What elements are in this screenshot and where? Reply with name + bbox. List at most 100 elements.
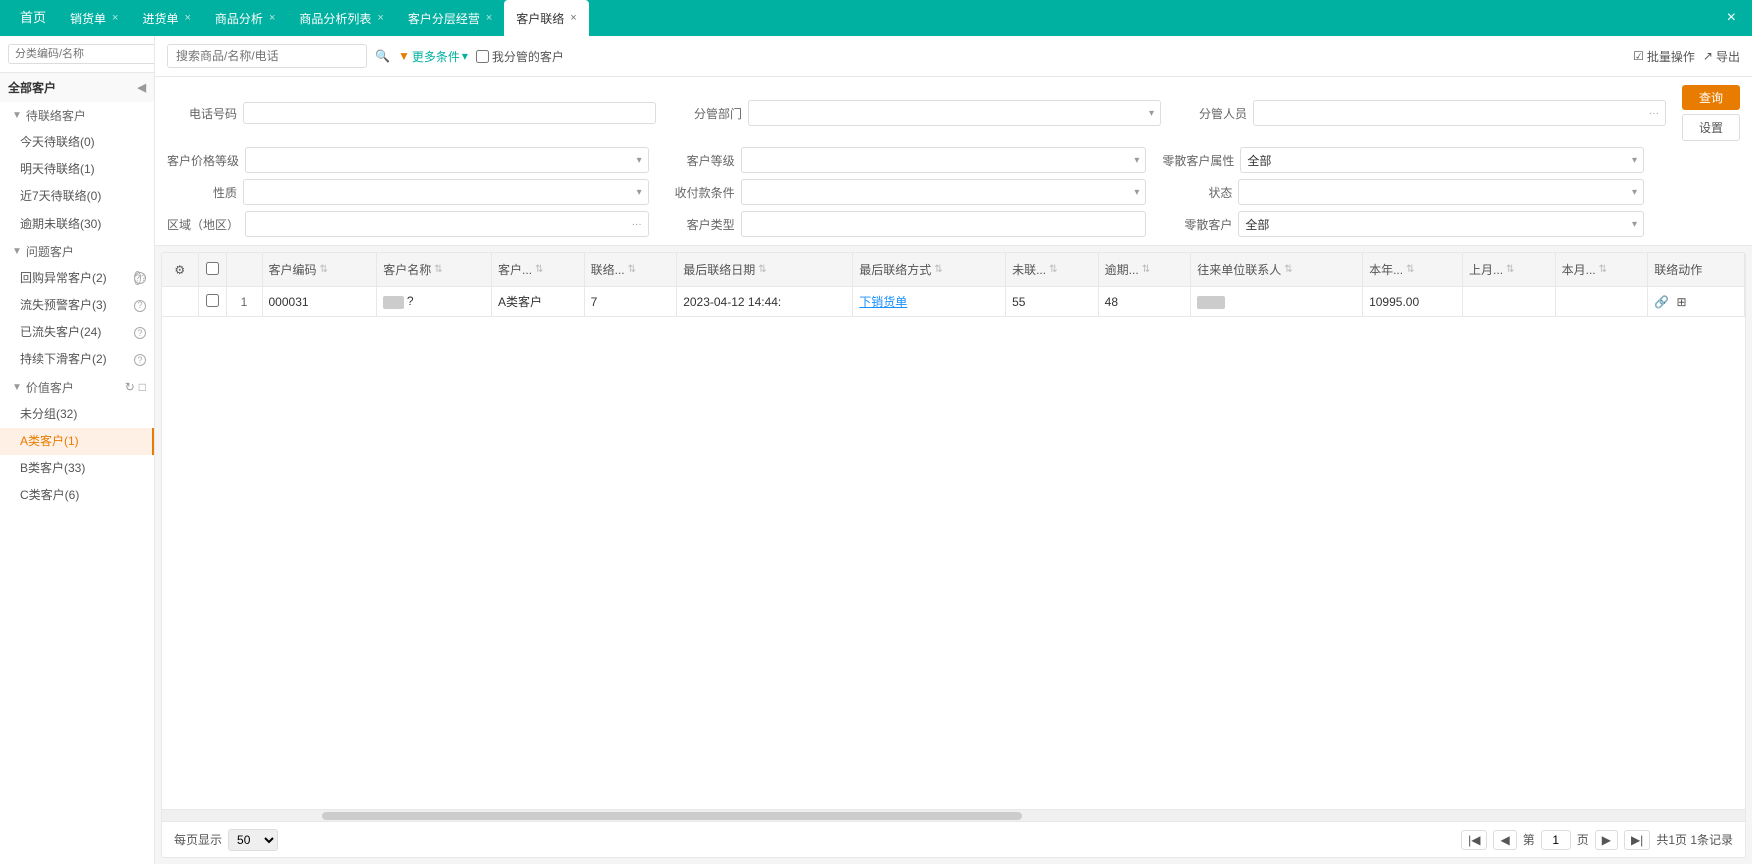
export-button[interactable]: ↗ 导出 [1703, 48, 1740, 65]
phone-input[interactable] [243, 102, 656, 124]
sidebar-item-churn-warning[interactable]: 流失预警客户(3) ? [0, 292, 154, 319]
top-nav: 首页 销货单 × 进货单 × 商品分析 × 商品分析列表 × 客户分层经营 × … [0, 0, 1752, 36]
nav-tab-purchase[interactable]: 进货单 × [130, 0, 202, 36]
col-action: 联络动作 [1648, 253, 1745, 287]
pagination: 每页显示 50 20 100 |◀ ◀ 第 页 ▶ ▶| 共1页 1条记录 [162, 821, 1745, 857]
page-size-select[interactable]: 50 20 100 [228, 829, 278, 851]
col-code[interactable]: 客户编码 ⇅ [262, 253, 377, 287]
sidebar-group-problem[interactable]: ▼ 问题客户 [0, 238, 154, 265]
row-name-suffix: ? [407, 294, 414, 308]
sidebar-group-value[interactable]: ▼ 价值客户 ↻ □ [0, 374, 154, 401]
retail-attr-arrow: ▾ [1632, 155, 1637, 166]
prev-page-button[interactable]: ◀ [1493, 830, 1516, 850]
col-last-date[interactable]: 最后联络日期 ⇅ [677, 253, 853, 287]
page-number-input[interactable] [1541, 830, 1571, 850]
dept-label: 分管部门 [672, 105, 742, 122]
col-not-contacted[interactable]: 未联... ⇅ [1006, 253, 1099, 287]
table-wrapper[interactable]: ⚙ 客户编码 ⇅ [162, 253, 1745, 809]
person-select[interactable]: ··· [1253, 100, 1666, 126]
sidebar-group-pending[interactable]: ▼ 待联络客户 [0, 102, 154, 129]
last-page-button[interactable]: ▶| [1624, 830, 1650, 850]
status-select[interactable]: ▾ [1238, 179, 1644, 205]
nav-home[interactable]: 首页 [8, 0, 58, 36]
close-purchase-tab[interactable]: × [184, 12, 190, 24]
sidebar-search-input[interactable] [8, 44, 155, 64]
sidebar-all-customers[interactable]: 全部客户 ◀ [0, 73, 154, 102]
row-contact-count: 7 [584, 287, 677, 317]
nature-select[interactable]: ▾ [243, 179, 649, 205]
sidebar-item-tomorrow[interactable]: 明天待联络(1) [0, 156, 154, 183]
col-name[interactable]: 客户名称 ⇅ [377, 253, 492, 287]
sidebar-item-a-class[interactable]: A类客户(1) [0, 428, 154, 455]
filter-search-icon[interactable]: 🔍 [375, 49, 390, 63]
col-last-month[interactable]: 上月... ⇅ [1463, 253, 1556, 287]
sidebar-item-today[interactable]: 今天待联络(0) [0, 129, 154, 156]
row-select-checkbox[interactable] [206, 294, 219, 307]
sidebar-item-overdue[interactable]: 逾期未联络(30) [0, 211, 154, 238]
sidebar-item-c-class[interactable]: C类客户(6) [0, 482, 154, 509]
col-category[interactable]: 客户... ⇅ [492, 253, 585, 287]
filter-search-input[interactable] [167, 44, 367, 68]
col-this-month[interactable]: 本月... ⇅ [1555, 253, 1648, 287]
next-page-button[interactable]: ▶ [1595, 830, 1618, 850]
row-checkbox[interactable] [198, 287, 226, 317]
phone-filter: 电话号码 [167, 102, 656, 124]
col-company-contact[interactable]: 往来单位联系人 ⇅ [1191, 253, 1363, 287]
close-goods-analysis-list-tab[interactable]: × [377, 12, 383, 24]
question-icon-4: ? [134, 354, 146, 366]
sidebar-item-7days[interactable]: 近7天待联络(0) [0, 183, 154, 210]
nav-tab-customer-segment[interactable]: 客户分层经营 × [396, 0, 504, 36]
batch-op-button[interactable]: ☑ 批量操作 [1633, 48, 1695, 65]
col-contact[interactable]: 联络... ⇅ [584, 253, 677, 287]
select-all-checkbox[interactable] [206, 262, 219, 275]
sidebar-item-b-class[interactable]: B类客户(33) [0, 455, 154, 482]
customer-type-select[interactable] [741, 211, 1147, 237]
price-level-select[interactable]: ▾ [245, 147, 649, 173]
sidebar: 🔍 全部客户 ◀ ▼ 待联络客户 今天待联络(0) 明天待联络(1) 近7天待联… [0, 36, 155, 864]
dept-select[interactable]: ▾ [748, 100, 1161, 126]
my-customers-checkbox[interactable] [476, 50, 489, 63]
sidebar-item-ungrouped[interactable]: 未分组(32) [0, 401, 154, 428]
not-contacted-sort-icon: ⇅ [1049, 264, 1057, 275]
region-label: 区域（地区） [167, 216, 239, 233]
horizontal-scrollbar[interactable] [162, 809, 1745, 821]
first-page-button[interactable]: |◀ [1461, 830, 1487, 850]
last-method-link[interactable]: 下销货单 [859, 295, 907, 309]
scroll-thumb[interactable] [322, 812, 1022, 820]
more-filters-button[interactable]: ▼ 更多条件 ▾ [398, 48, 468, 65]
action-grid-icon[interactable]: ⊞ [1676, 295, 1686, 309]
close-customer-contact-tab[interactable]: × [570, 12, 576, 24]
filter-row-1: 电话号码 分管部门 ▾ 分管人员 ··· 查询 设置 [167, 85, 1740, 141]
retail-attr-select[interactable]: 全部 ▾ [1240, 147, 1644, 173]
col-this-year[interactable]: 本年... ⇅ [1363, 253, 1463, 287]
col-settings[interactable]: ⚙ [162, 253, 198, 287]
my-customers-filter[interactable]: 我分管的客户 [476, 48, 564, 65]
sidebar-search-area: 🔍 [0, 36, 154, 73]
close-customer-segment-tab[interactable]: × [486, 12, 492, 24]
payment-select[interactable]: ▾ [741, 179, 1147, 205]
region-select[interactable]: ··· [245, 211, 649, 237]
retail-select[interactable]: 全部 ▾ [1238, 211, 1644, 237]
sidebar-item-declining[interactable]: 持续下滑客户(2) ? [0, 346, 154, 373]
query-button[interactable]: 查询 [1682, 85, 1740, 110]
col-checkbox[interactable] [198, 253, 226, 287]
close-sales-tab[interactable]: × [112, 12, 118, 24]
payment-arrow: ▾ [1134, 187, 1139, 198]
nav-tab-customer-contact[interactable]: 客户联络 × [504, 0, 588, 36]
add-group-icon[interactable]: □ [139, 380, 146, 394]
customer-level-select[interactable]: ▾ [741, 147, 1147, 173]
col-last-method[interactable]: 最后联络方式 ⇅ [853, 253, 1006, 287]
col-overdue[interactable]: 逾期... ⇅ [1098, 253, 1191, 287]
nav-tab-sales[interactable]: 销货单 × [58, 0, 130, 36]
sidebar-item-churned[interactable]: 已流失客户(24) ? [0, 319, 154, 346]
action-link-icon[interactable]: 🔗 [1654, 295, 1669, 309]
advanced-filters: 电话号码 分管部门 ▾ 分管人员 ··· 查询 设置 [155, 77, 1752, 246]
close-window-button[interactable]: × [1719, 9, 1744, 27]
close-goods-analysis-tab[interactable]: × [269, 12, 275, 24]
nav-tab-goods-analysis-list[interactable]: 商品分析列表 × [287, 0, 395, 36]
refresh-icon[interactable]: ↻ [125, 380, 135, 394]
sidebar-item-repurchase-abnormal[interactable]: 回购异常客户(2) ? [0, 265, 154, 292]
settings-button[interactable]: 设置 [1682, 114, 1740, 141]
dept-arrow: ▾ [1149, 108, 1154, 119]
nav-tab-goods-analysis[interactable]: 商品分析 × [203, 0, 287, 36]
